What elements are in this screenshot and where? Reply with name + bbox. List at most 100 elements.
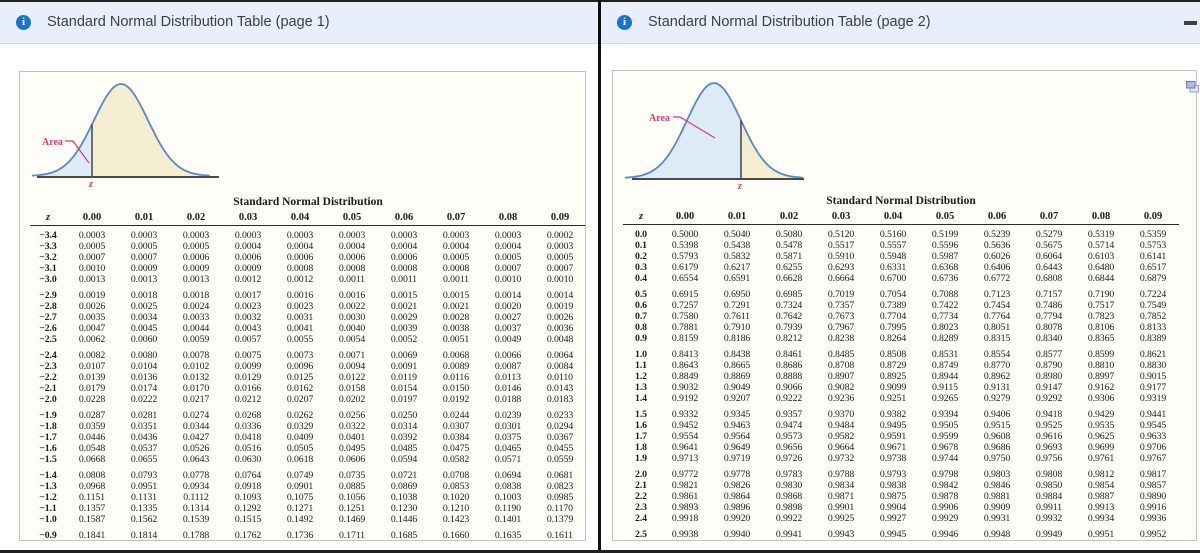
probability-value: 0.0069	[390, 350, 418, 361]
probability-value: 0.9909	[983, 502, 1011, 513]
table-row: −1.8 0.0359 0.0351 0.0344 0.0336 0.0329 0.0322…	[30, 421, 585, 432]
z-value: −2.3	[39, 361, 57, 372]
probability-value: 0.8051	[983, 322, 1011, 333]
probability-value: 0.9952	[1139, 529, 1167, 540]
probability-value: 0.6217	[723, 262, 751, 273]
probability-value: 0.1190	[495, 503, 521, 514]
probability-value: 0.6179	[671, 262, 699, 273]
table-row: 0.7 0.7580 0.7611 0.7642 0.7673 0.7704 0.7734 0…	[623, 311, 1179, 322]
minimize-icon[interactable]	[1184, 21, 1197, 25]
probability-value: 0.9962	[1023, 540, 1075, 541]
probability-value: 0.0436	[130, 432, 158, 443]
probability-value: 0.9838	[879, 480, 907, 491]
probability-value: 0.0985	[546, 492, 574, 503]
probability-value: 0.0559	[546, 454, 574, 465]
probability-value: 0.7123	[983, 289, 1011, 300]
probability-value: 0.0004	[442, 241, 470, 252]
probability-value: 0.0084	[546, 361, 574, 372]
probability-value: 0.6293	[827, 262, 855, 273]
probability-value: 0.9963	[1075, 540, 1127, 541]
probability-value: 0.0047	[78, 323, 106, 334]
probability-value: 0.8485	[827, 349, 855, 360]
probability-value: 0.1075	[286, 492, 314, 503]
probability-value: 0.8438	[723, 349, 751, 360]
probability-value: 0.0606	[338, 454, 366, 465]
probability-value: 0.0005	[78, 241, 106, 252]
header-rule	[623, 224, 1179, 225]
probability-value: 0.7257	[671, 300, 699, 311]
probability-value: 0.0110	[547, 372, 573, 383]
probability-value: 0.9279	[983, 393, 1011, 404]
z-value: −1.3	[39, 481, 57, 492]
probability-value: 0.0495	[338, 443, 366, 454]
probability-value: 0.0010	[494, 274, 522, 285]
probability-value: 0.9956	[763, 540, 815, 541]
z-value: −2.0	[39, 394, 57, 405]
normal-curve-diagram: Area z	[20, 72, 260, 202]
probability-value: 0.9922	[775, 513, 803, 524]
z-value: −3.3	[39, 241, 57, 252]
probability-value: 0.1251	[338, 503, 366, 514]
probability-value: 0.9115	[932, 382, 958, 393]
probability-value: 0.9750	[983, 453, 1011, 464]
probability-value: 0.1685	[390, 530, 418, 541]
probability-value: 0.9671	[879, 442, 907, 453]
probability-value: 0.0006	[234, 252, 262, 263]
table-row: −1.3 0.0968 0.0951 0.0934 0.0918 0.0901 0.0885…	[30, 481, 585, 492]
table-row: 2.1 0.9821 0.9826 0.9830 0.9834 0.9838 0.9842 0…	[623, 480, 1179, 491]
probability-value: 0.9938	[671, 529, 699, 540]
probability-value: 0.0003	[546, 241, 574, 252]
table-row: −1.2 0.1151 0.1131 0.1112 0.1093 0.1075 0.1056…	[30, 492, 585, 503]
probability-value: 0.9554	[671, 431, 699, 442]
probability-value: 0.0630	[234, 454, 262, 465]
table-row: 0.2 0.5793 0.5832 0.5871 0.5910 0.5948 0.5987 0…	[623, 251, 1179, 262]
probability-value: 0.1131	[131, 492, 157, 503]
probability-value: 0.0375	[494, 432, 522, 443]
probability-value: 0.9783	[775, 469, 803, 480]
probability-value: 0.8186	[723, 333, 751, 344]
probability-value: 0.9949	[1035, 529, 1063, 540]
info-icon[interactable]: i	[617, 15, 632, 30]
probability-value: 0.9505	[931, 420, 959, 431]
probability-value: 0.0012	[234, 274, 262, 285]
probability-value: 0.0154	[390, 383, 418, 394]
probability-value: 0.0023	[286, 301, 314, 312]
probability-value: 0.9066	[775, 382, 803, 393]
probability-value: 0.8577	[1035, 349, 1063, 360]
probability-value: 0.0008	[390, 263, 418, 274]
probability-value: 0.9842	[931, 480, 959, 491]
table-row: 0.0 0.5000 0.5040 0.5080 0.5120 0.5160 0.5199 0…	[623, 229, 1179, 240]
probability-value: 0.9932	[1035, 513, 1063, 524]
open-in-window-icon[interactable]	[1185, 80, 1200, 95]
probability-value: 0.1635	[494, 530, 522, 541]
probability-value: 0.9699	[1087, 442, 1115, 453]
z-value: 1.3	[635, 382, 647, 393]
probability-value: 0.0004	[286, 241, 314, 252]
table-row: 0.4 0.6554 0.6591 0.6628 0.6664 0.6700 0.6736 0…	[623, 273, 1179, 284]
svg-text:Area: Area	[42, 137, 63, 148]
probability-value: 0.6628	[775, 273, 803, 284]
probability-value: 0.0455	[546, 443, 574, 454]
probability-value: 0.7580	[671, 311, 699, 322]
probability-value: 0.0869	[390, 481, 418, 492]
probability-value: 0.7549	[1139, 300, 1167, 311]
probability-value: 0.0107	[78, 361, 106, 372]
probability-value: 0.0064	[546, 350, 574, 361]
probability-value: 0.1292	[234, 503, 262, 514]
probability-value: 0.9812	[1087, 469, 1115, 480]
probability-value: 0.0059	[182, 334, 210, 345]
probability-value: 0.0314	[390, 421, 418, 432]
probability-value: 0.0020	[494, 301, 522, 312]
probability-value: 0.6700	[879, 273, 907, 284]
probability-value: 0.0217	[182, 394, 210, 405]
probability-value: 0.6103	[1087, 251, 1115, 262]
probability-value: 0.0009	[182, 263, 210, 274]
probability-value: 0.9808	[1035, 469, 1063, 480]
probability-value: 0.7852	[1139, 311, 1167, 322]
probability-value: 0.7224	[1139, 289, 1167, 300]
probability-value: 0.7422	[931, 300, 959, 311]
probability-value: 0.0051	[442, 334, 470, 345]
table-title: Standard Normal Distribution	[233, 196, 383, 208]
probability-value: 0.0006	[182, 252, 210, 263]
info-icon[interactable]: i	[16, 15, 31, 30]
